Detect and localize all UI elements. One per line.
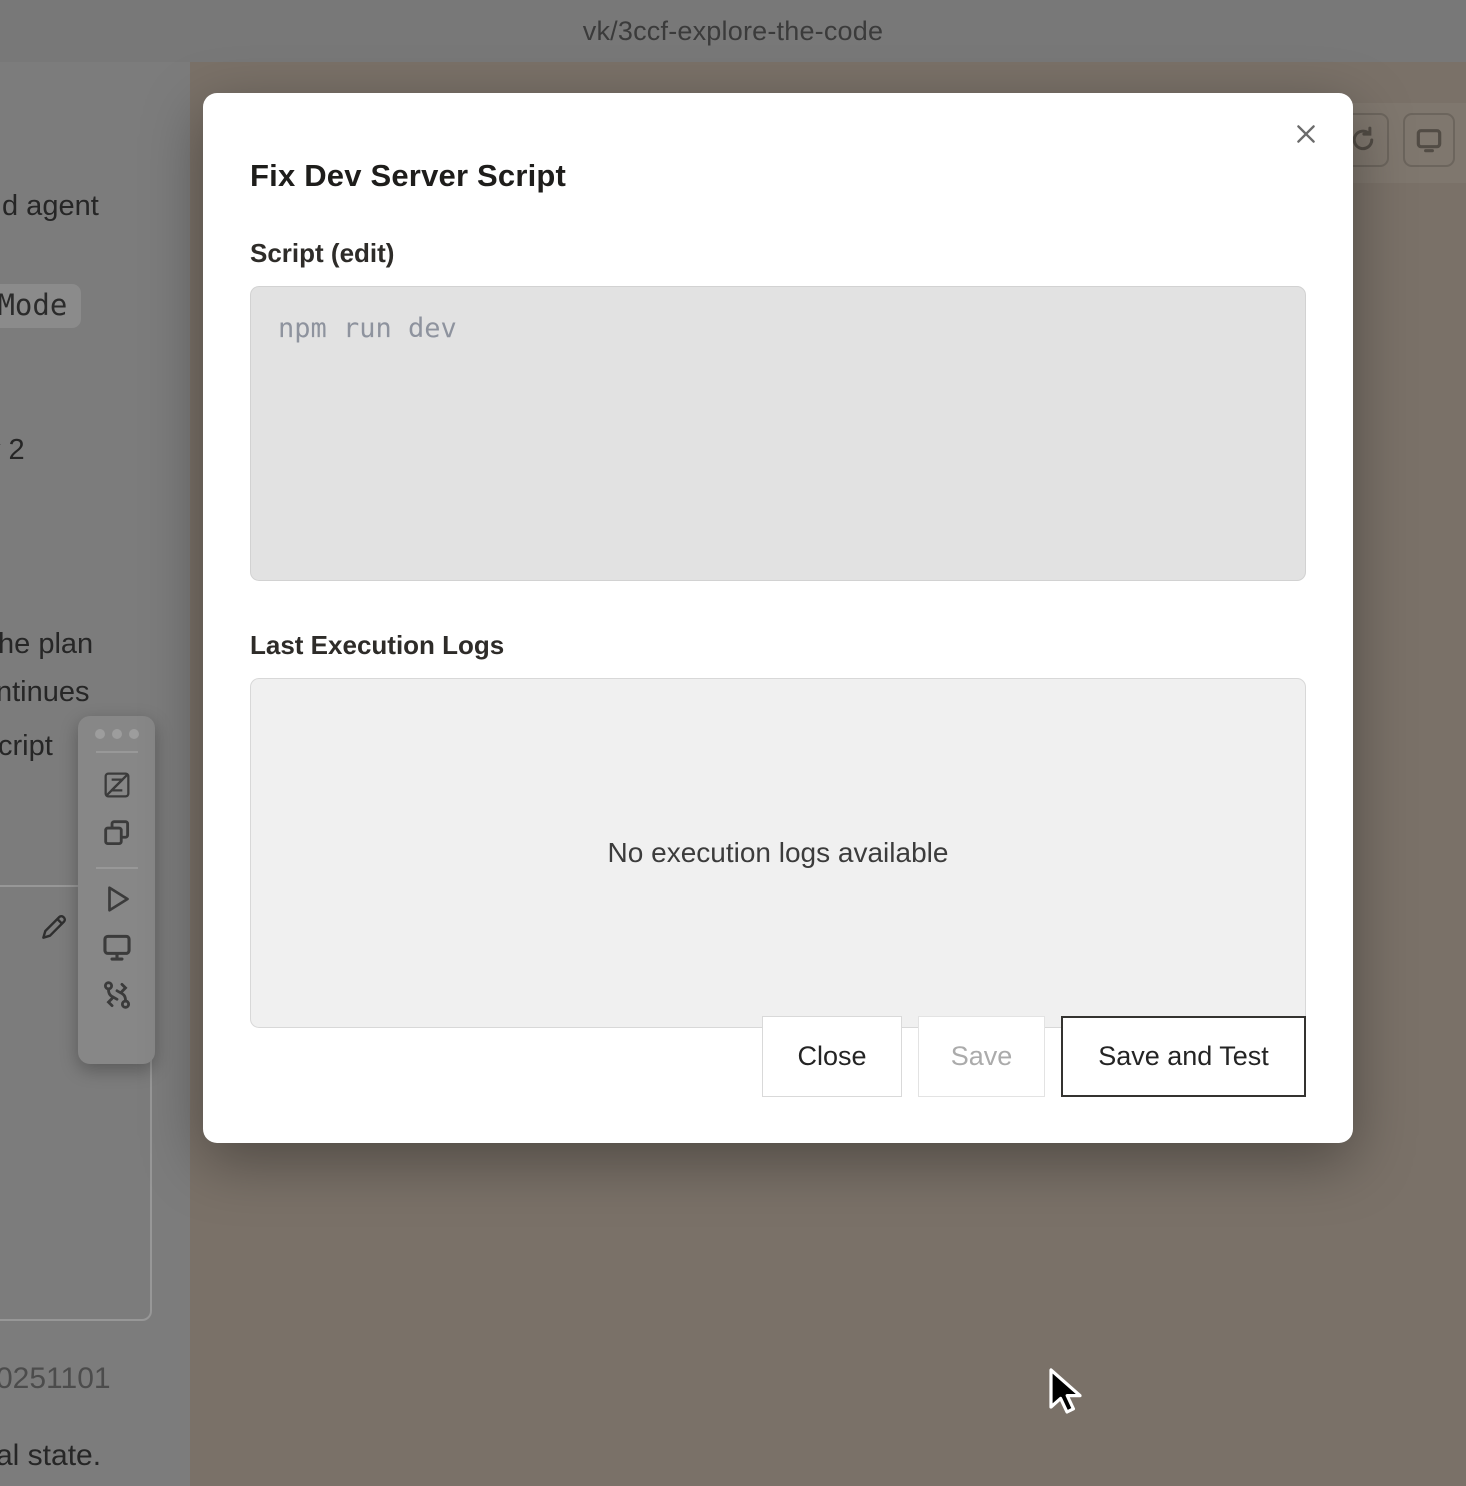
close-icon[interactable] xyxy=(1293,121,1319,147)
version-control-icon[interactable] xyxy=(99,977,135,1013)
window-title: vk/3ccf-explore-the-code xyxy=(582,15,884,46)
drag-handle-dots-icon[interactable] xyxy=(94,729,139,739)
slashed-square-icon[interactable] xyxy=(99,767,135,803)
window-title-bar: vk/3ccf-explore-the-code xyxy=(0,0,1466,62)
dialog-title: Fix Dev Server Script xyxy=(250,158,567,193)
execution-logs-panel: No execution logs available xyxy=(250,678,1306,1028)
script-input[interactable] xyxy=(250,286,1306,581)
sidebar-text-attempt: y 2 xyxy=(0,434,25,466)
edit-pencil-icon[interactable] xyxy=(38,911,70,948)
close-button[interactable]: Close xyxy=(762,1016,902,1097)
sidebar-text-continues: ntinues xyxy=(0,676,90,708)
floating-toolbar xyxy=(78,716,155,1064)
sidebar-text-agent: d agent xyxy=(2,190,99,222)
toolbar-divider xyxy=(95,751,138,753)
fix-dev-server-dialog: Fix Dev Server Script Script (edit) Last… xyxy=(203,93,1353,1143)
mouse-cursor xyxy=(1048,1368,1088,1419)
sidebar-text-runid: 0251101 xyxy=(0,1362,111,1395)
sidebar-text-script: cript xyxy=(0,730,53,762)
script-label: Script (edit) xyxy=(250,238,395,268)
monitor-icon[interactable] xyxy=(99,929,135,965)
save-and-test-button[interactable]: Save and Test xyxy=(1061,1016,1306,1097)
sidebar-text-state: al state. xyxy=(0,1439,102,1472)
play-icon[interactable] xyxy=(99,881,135,917)
logs-empty-message: No execution logs available xyxy=(607,837,949,868)
dialog-button-row: Close Save Save and Test xyxy=(762,1016,1306,1097)
copy-icon[interactable] xyxy=(99,815,135,851)
save-button[interactable]: Save xyxy=(918,1016,1045,1097)
logs-label: Last Execution Logs xyxy=(250,630,505,660)
toolbar-divider xyxy=(95,867,138,869)
monitor-icon[interactable] xyxy=(1403,113,1455,167)
mode-badge: nMode xyxy=(0,284,82,328)
sidebar-text-plan: he plan xyxy=(0,628,94,660)
